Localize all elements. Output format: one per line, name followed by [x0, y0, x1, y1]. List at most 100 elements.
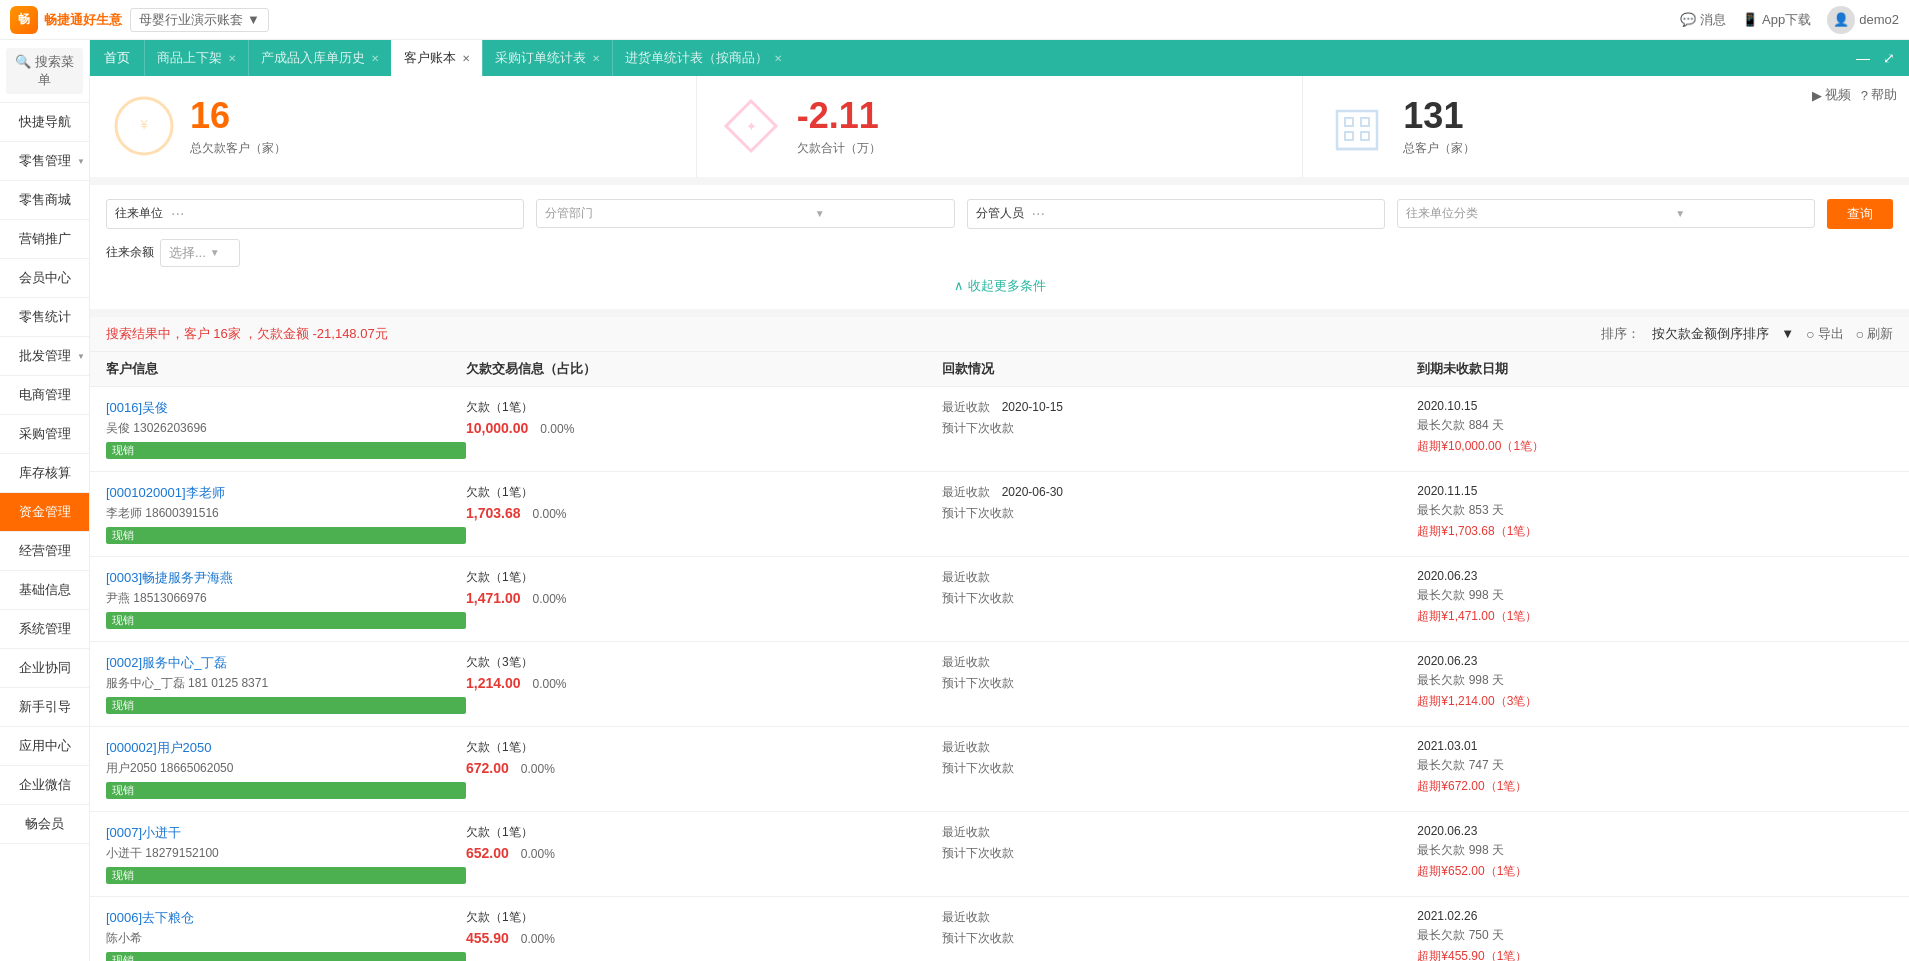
result-bar: 搜索结果中，客户 16家 ，欠款金额 -21,148.07元 排序： 按欠款金额… — [90, 317, 1909, 352]
sidebar-item-new-guide[interactable]: 新手引导 — [0, 688, 89, 727]
expire-overdue-1[interactable]: 超期¥1,703.68（1笔） — [1417, 523, 1893, 540]
tab-close-product-listing[interactable]: ✕ — [228, 53, 236, 64]
message-btn[interactable]: 💬 消息 — [1680, 11, 1726, 29]
sidebar: 🔍 搜索菜单 快捷导航 零售管理 零售商城 营销推广 会员中心 零售统计 批发管… — [0, 40, 90, 961]
tab-product-listing[interactable]: 商品上下架 ✕ — [144, 40, 248, 76]
debt-count-5: 欠款（1笔） — [466, 824, 533, 841]
tab-purchase-stats[interactable]: 采购订单统计表 ✕ — [482, 40, 612, 76]
top-bar: 畅 畅捷通好生意 母婴行业演示账套 ▼ 💬 消息 📱 App下载 👤 demo2 — [0, 0, 1909, 40]
main-content: ¥ 16 总欠款客户（家） ✦ -2.11 欠款合计（万） — [90, 76, 1909, 961]
search-menu-btn[interactable]: 🔍 搜索菜单 — [6, 48, 83, 94]
svg-rect-5 — [1345, 118, 1353, 126]
export-btn[interactable]: ○ 导出 — [1806, 325, 1843, 343]
search-field-manager[interactable]: 分管人员 ··· — [967, 199, 1385, 229]
sidebar-item-retail-mall[interactable]: 零售商城 — [0, 181, 89, 220]
expire-overdue-4[interactable]: 超期¥672.00（1笔） — [1417, 778, 1893, 795]
sidebar-item-basic-info[interactable]: 基础信息 — [0, 571, 89, 610]
search-row-1: 往来单位 ··· 分管部门 ▼ 分管人员 ··· 往来单位分类 — [106, 199, 1893, 229]
stat-help-area: ▶ 视频 ? 帮助 — [1812, 86, 1897, 104]
result-prefix: 搜索结果中，客户 — [106, 326, 210, 341]
col-header-expire: 到期未收款日期 — [1417, 360, 1893, 378]
search-dept-dropdown[interactable]: 分管部门 ▼ — [536, 199, 954, 228]
customer-badge-1: 现销 — [106, 527, 466, 544]
stat-icon-money: ¥ — [114, 96, 174, 156]
sidebar-item-system-mgmt[interactable]: 系统管理 — [0, 610, 89, 649]
search-button[interactable]: 查询 — [1827, 199, 1893, 229]
refresh-btn[interactable]: ○ 刷新 — [1856, 325, 1893, 343]
sidebar-item-marketing[interactable]: 营销推广 — [0, 220, 89, 259]
sidebar-item-wholesale-mgmt[interactable]: 批发管理 — [0, 337, 89, 376]
sidebar-item-inventory[interactable]: 库存核算 — [0, 454, 89, 493]
debt-amount-3: 1,214.00 — [466, 675, 521, 691]
expire-overdue-3[interactable]: 超期¥1,214.00（3笔） — [1417, 693, 1893, 710]
search-field-customer[interactable]: 往来单位 ··· — [106, 199, 524, 229]
expire-overdue-5[interactable]: 超期¥652.00（1笔） — [1417, 863, 1893, 880]
sidebar-item-chang-member[interactable]: 畅会员 — [0, 805, 89, 844]
table-row: [0002]服务中心_丁磊 服务中心_丁磊 181 0125 8371 现销 欠… — [90, 642, 1909, 727]
sidebar-label-retail-mgmt: 零售管理 — [19, 153, 71, 168]
tab-close-customer-account[interactable]: ✕ — [462, 53, 470, 64]
company-name: 母婴行业演示账套 — [139, 11, 243, 29]
customer-name-5[interactable]: [0007]小迸干 — [106, 824, 466, 842]
customer-info-0: [0016]吴俊 吴俊 13026203696 现销 — [106, 399, 466, 459]
debt-amount-row-1: 1,703.68 0.00% — [466, 505, 942, 521]
expire-days-3: 最长欠款 998 天 — [1417, 672, 1893, 689]
tab-close-finished-goods[interactable]: ✕ — [371, 53, 379, 64]
stat-value-total-customers: 131 — [1403, 96, 1475, 136]
sidebar-item-member[interactable]: 会员中心 — [0, 259, 89, 298]
tab-home[interactable]: 首页 — [90, 40, 144, 76]
tab-close-goods-stats[interactable]: ✕ — [774, 53, 782, 64]
stat-help-btn[interactable]: ? 帮助 — [1861, 86, 1897, 104]
sort-selector[interactable]: 按欠款金额倒序排序 ▼ — [1652, 325, 1794, 343]
sidebar-item-finance[interactable]: 资金管理 — [0, 493, 89, 532]
company-select[interactable]: 母婴行业演示账套 ▼ — [130, 8, 269, 32]
search-manager-dots: ··· — [1032, 205, 1045, 223]
sidebar-item-purchase-mgmt[interactable]: 采购管理 — [0, 415, 89, 454]
main-layout: 🔍 搜索菜单 快捷导航 零售管理 零售商城 营销推广 会员中心 零售统计 批发管… — [0, 40, 1909, 961]
app-download-btn[interactable]: 📱 App下载 — [1742, 11, 1811, 29]
sidebar-item-business-mgmt[interactable]: 经营管理 — [0, 532, 89, 571]
customer-name-4[interactable]: [000002]用户2050 — [106, 739, 466, 757]
tab-goods-stats[interactable]: 进货单统计表（按商品） ✕ — [612, 40, 794, 76]
sidebar-label-app-center: 应用中心 — [19, 738, 71, 753]
tab-close-purchase-stats[interactable]: ✕ — [592, 53, 600, 64]
customer-name-2[interactable]: [0003]畅捷服务尹海燕 — [106, 569, 466, 587]
result-debt-amount: -21,148.07元 — [313, 326, 388, 341]
stat-video-btn[interactable]: ▶ 视频 — [1812, 86, 1851, 104]
customer-name-1[interactable]: [0001020001]李老师 — [106, 484, 466, 502]
customer-badge-4: 现销 — [106, 782, 466, 799]
col-header-customer: 客户信息 — [106, 360, 466, 378]
expire-info-5: 2020.06.23 最长欠款 998 天 超期¥652.00（1笔） — [1417, 824, 1893, 880]
sidebar-item-enterprise-collab[interactable]: 企业协同 — [0, 649, 89, 688]
customer-name-6[interactable]: [0006]去下粮仓 — [106, 909, 466, 927]
sidebar-item-enterprise-wechat[interactable]: 企业微信 — [0, 766, 89, 805]
sidebar-item-quick-nav[interactable]: 快捷导航 — [0, 103, 89, 142]
customer-phone-4: 用户2050 18665062050 — [106, 760, 466, 777]
video-icon: ▶ — [1812, 88, 1822, 103]
customer-phone-5: 小迸干 18279152100 — [106, 845, 466, 862]
user-profile[interactable]: 👤 demo2 — [1827, 6, 1899, 34]
sidebar-item-ecom-mgmt[interactable]: 电商管理 — [0, 376, 89, 415]
collapse-filter-btn[interactable]: ∧ 收起更多条件 — [106, 277, 1893, 295]
sidebar-item-app-center[interactable]: 应用中心 — [0, 727, 89, 766]
debt-amount-0: 10,000.00 — [466, 420, 528, 436]
sidebar-item-retail-mgmt[interactable]: 零售管理 — [0, 142, 89, 181]
return-date-1: 2020-06-30 — [1002, 485, 1063, 499]
tab-minimize-btn[interactable]: — — [1851, 46, 1875, 70]
stat-info-debtors: 16 总欠款客户（家） — [190, 96, 286, 157]
sidebar-item-retail-stats[interactable]: 零售统计 — [0, 298, 89, 337]
sidebar-label-chang-member: 畅会员 — [25, 816, 64, 831]
customer-name-3[interactable]: [0002]服务中心_丁磊 — [106, 654, 466, 672]
sidebar-label-basic-info: 基础信息 — [19, 582, 71, 597]
customer-name-0[interactable]: [0016]吴俊 — [106, 399, 466, 417]
expire-overdue-0[interactable]: 超期¥10,000.00（1笔） — [1417, 438, 1893, 455]
return-next-6: 预计下次收款 — [942, 930, 1418, 947]
tab-finished-goods[interactable]: 产成品入库单历史 ✕ — [248, 40, 391, 76]
balance-filter-select[interactable]: 选择... ▼ — [160, 239, 240, 267]
customer-phone-6: 陈小希 — [106, 930, 466, 947]
tab-customer-account[interactable]: 客户账本 ✕ — [391, 40, 482, 76]
expire-overdue-6[interactable]: 超期¥455.90（1笔） — [1417, 948, 1893, 961]
search-category-dropdown[interactable]: 往来单位分类 ▼ — [1397, 199, 1815, 228]
expire-overdue-2[interactable]: 超期¥1,471.00（1笔） — [1417, 608, 1893, 625]
tab-maximize-btn[interactable]: ⤢ — [1877, 46, 1901, 70]
